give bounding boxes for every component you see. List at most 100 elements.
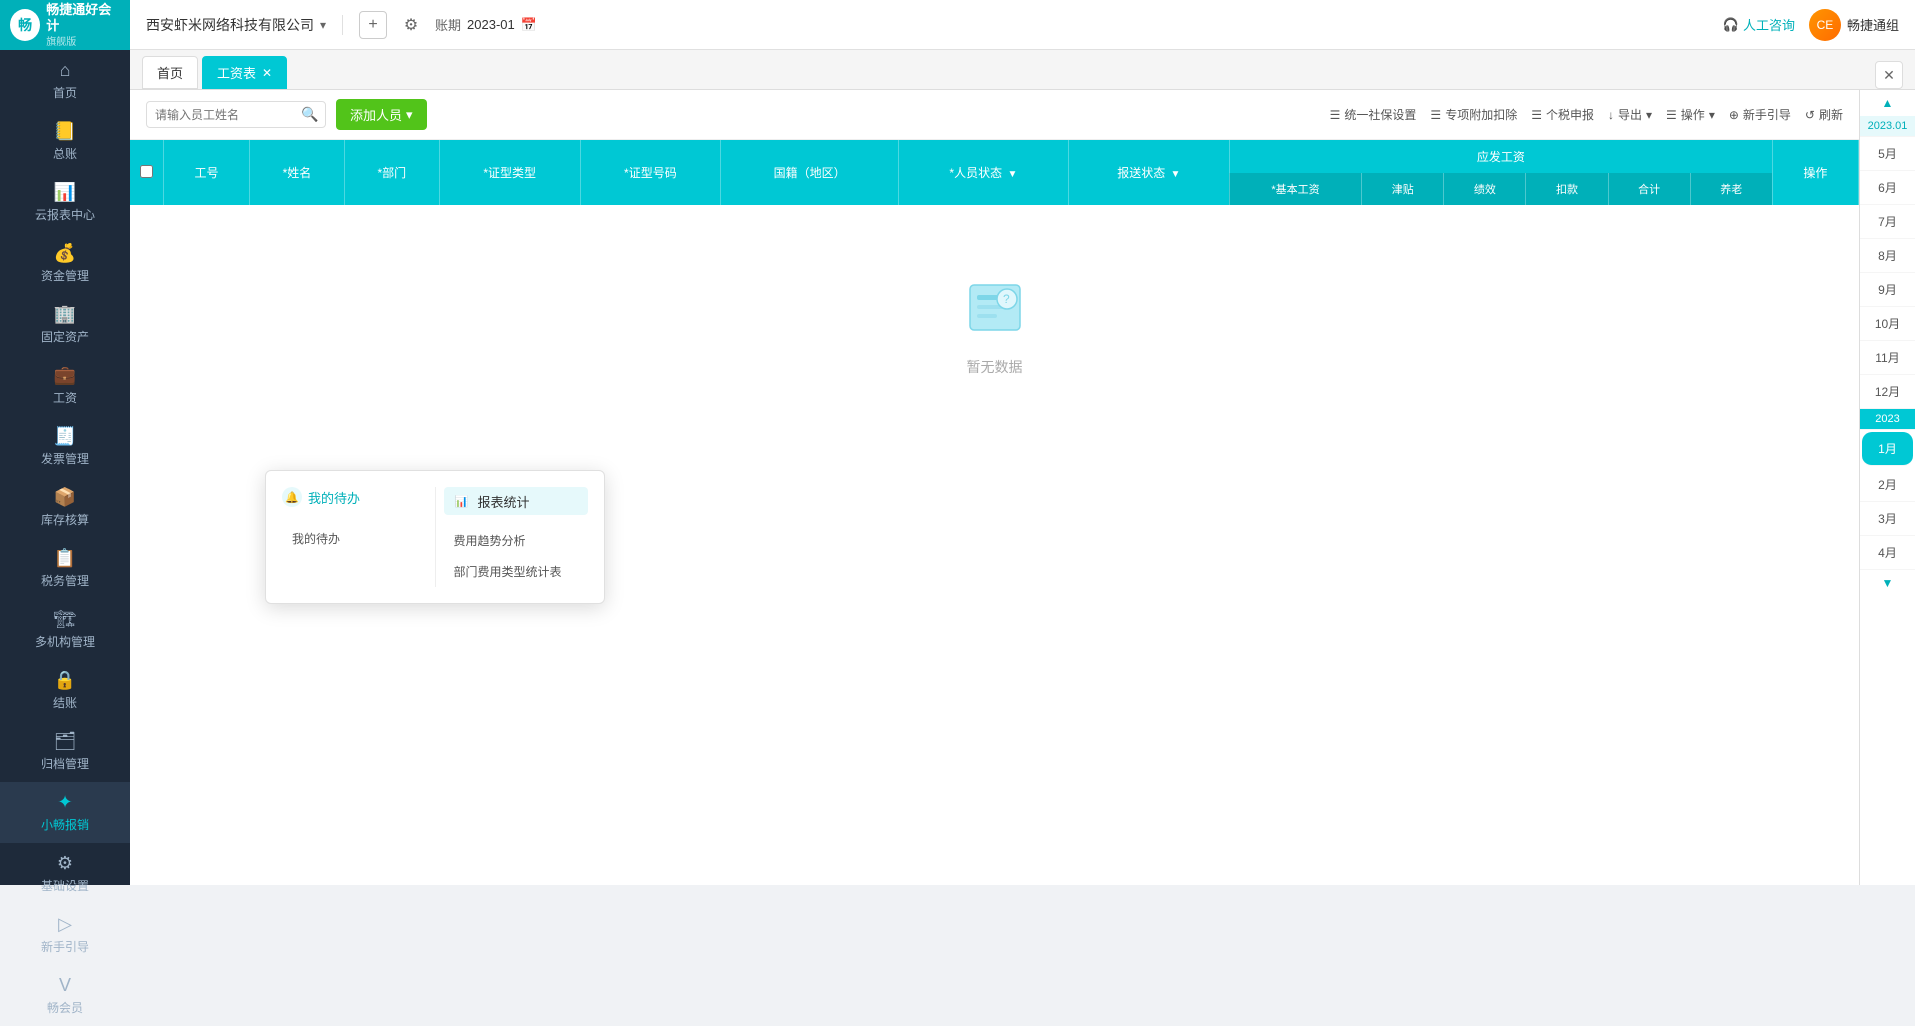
sidebar-item-funds[interactable]: 💰 资金管理 (0, 233, 130, 294)
popup-inner: 🔔 我的待办 我的待办 📊 报表统计 费用趋势分析 部门费用类型统计表 (282, 487, 588, 587)
tab-close-icon[interactable]: ✕ (262, 66, 272, 80)
month-nav-up[interactable]: ▲ (1860, 90, 1915, 116)
month-item-oct[interactable]: 10月 (1860, 307, 1915, 341)
period-selector[interactable]: 账期 2023-01 📅 (435, 15, 537, 34)
sidebar-item-xiaochang[interactable]: ✦ 小畅报销 (0, 782, 130, 843)
sidebar-item-salary[interactable]: 💼 工资 (0, 355, 130, 416)
month-item-sep[interactable]: 9月 (1860, 273, 1915, 307)
sidebar-item-label: 库存核算 (41, 511, 89, 528)
refresh-label: 刷新 (1819, 106, 1843, 123)
month-item-nov[interactable]: 11月 (1860, 341, 1915, 375)
sidebar-item-inventory[interactable]: 📦 库存核算 (0, 477, 130, 538)
popup-right: 📊 报表统计 费用趋势分析 部门费用类型统计表 (444, 487, 589, 587)
toolbar: 🔍 添加人员 ▾ ☰ 统一社保设置 ☰ 专项附加扣除 (130, 90, 1859, 140)
social-icon: ☰ (1330, 108, 1341, 122)
report-filter-icon[interactable]: ▼ (1171, 169, 1181, 180)
tab-close-button[interactable]: ✕ (1875, 61, 1903, 89)
popup-item-pending[interactable]: 我的待办 (282, 523, 427, 554)
add-person-label: 添加人员 (350, 105, 402, 124)
month-item-year-label: 2023.01 (1860, 116, 1915, 137)
refresh-button[interactable]: ↺ 刷新 (1805, 106, 1843, 123)
multi-icon: 🏗 (54, 609, 77, 630)
col-report-status[interactable]: 报送状态 ▼ (1068, 140, 1229, 205)
month-item-jul[interactable]: 7月 (1860, 205, 1915, 239)
logo-text-group: 畅捷通好会计 旗舰版 (46, 2, 120, 48)
sidebar-item-label: 畅会员 (47, 999, 83, 1016)
new-guide-button[interactable]: ⊕ 新手引导 (1729, 106, 1791, 123)
guide-icon: ▷ (58, 914, 72, 935)
sidebar-item-label: 首页 (53, 84, 77, 101)
support-button[interactable]: 🎧 人工咨询 (1723, 15, 1795, 34)
month-item-jan[interactable]: 1月 (1862, 432, 1913, 466)
operations-button[interactable]: ☰ 操作 ▾ (1666, 106, 1715, 123)
tab-home[interactable]: 首页 (142, 56, 198, 89)
sidebar-item-archive[interactable]: 🗂 归档管理 (0, 721, 130, 782)
sidebar-item-label: 小畅报销 (41, 816, 89, 833)
funds-icon: 💰 (54, 243, 76, 264)
special-deduction-button[interactable]: ☰ 专项附加扣除 (1430, 106, 1517, 123)
popup-menu: 🔔 我的待办 我的待办 📊 报表统计 费用趋势分析 部门费用类型统计表 (265, 470, 605, 604)
popup-left: 🔔 我的待办 我的待办 (282, 487, 427, 587)
sidebar-item-guide[interactable]: ▷ 新手引导 (0, 904, 130, 965)
month-item-feb[interactable]: 2月 (1860, 468, 1915, 502)
sidebar-item-closing[interactable]: 🔒 结账 (0, 660, 130, 721)
sidebar-item-label: 结账 (53, 694, 77, 711)
month-nav-down[interactable]: ▼ (1860, 570, 1915, 596)
app-logo[interactable]: 畅 畅捷通好会计 旗舰版 (0, 0, 130, 50)
social-insurance-button[interactable]: ☰ 统一社保设置 (1330, 106, 1417, 123)
logo-icon: 畅 (10, 9, 40, 41)
select-all-header[interactable] (130, 140, 164, 205)
user-name: 畅捷通组 (1847, 15, 1899, 34)
sidebar-item-tax[interactable]: 📋 税务管理 (0, 538, 130, 599)
popup-item-trend[interactable]: 费用趋势分析 (444, 525, 589, 556)
status-filter-icon[interactable]: ▼ (1007, 169, 1017, 180)
sidebar-item-label: 基础设置 (41, 877, 89, 894)
month-item-jun[interactable]: 6月 (1860, 171, 1915, 205)
calendar-icon[interactable]: 📅 (521, 17, 537, 33)
logo-subtitle: 旗舰版 (46, 33, 120, 48)
sidebar-item-ledger[interactable]: 📒 总账 (0, 111, 130, 172)
col-status[interactable]: *人员状态 ▼ (898, 140, 1068, 205)
reports-section-icon: 📊 (452, 491, 472, 511)
sidebar-item-label: 云报表中心 (35, 206, 95, 223)
month-item-apr[interactable]: 4月 (1860, 536, 1915, 570)
month-item-mar[interactable]: 3月 (1860, 502, 1915, 536)
support-label: 人工咨询 (1743, 15, 1795, 34)
settings-icon[interactable]: ⚙ (397, 11, 425, 39)
topbar: 西安虾米网络科技有限公司 ▾ + ⚙ 账期 2023-01 📅 🎧 人工咨询 C… (130, 0, 1915, 50)
sidebar-item-member[interactable]: V 畅会员 (0, 965, 130, 1026)
sidebar-item-invoice[interactable]: 🧾 发票管理 (0, 416, 130, 477)
month-item-aug[interactable]: 8月 (1860, 239, 1915, 273)
tax-return-button[interactable]: ☰ 个税申报 (1531, 106, 1594, 123)
col-id-no: *证型号码 (580, 140, 721, 205)
sidebar-item-basic[interactable]: ⚙ 基础设置 (0, 843, 130, 904)
company-arrow-icon: ▾ (320, 18, 326, 32)
company-selector[interactable]: 西安虾米网络科技有限公司 ▾ (146, 15, 326, 35)
col-bonus: 津贴 (1362, 173, 1444, 205)
col-status-label: *人员状态 (949, 166, 1002, 180)
sidebar-item-reports[interactable]: 📊 云报表中心 (0, 172, 130, 233)
search-box[interactable]: 🔍 (146, 101, 326, 128)
user-initials: CE (1817, 18, 1834, 32)
tab-salary-label: 工资表 (217, 63, 256, 82)
add-company-button[interactable]: + (359, 11, 387, 39)
month-item-may[interactable]: 5月 (1860, 137, 1915, 171)
export-button[interactable]: ↓ 导出 ▾ (1608, 106, 1652, 123)
tab-salary-table[interactable]: 工资表 ✕ (202, 56, 287, 89)
search-icon: 🔍 (301, 106, 318, 123)
sidebar-item-home[interactable]: ⌂ 首页 (0, 50, 130, 111)
ledger-icon: 📒 (54, 121, 76, 142)
sidebar-item-multi[interactable]: 🏗 多机构管理 (0, 599, 130, 660)
export-label: 导出 (1618, 106, 1642, 123)
inventory-icon: 📦 (54, 487, 76, 508)
user-menu[interactable]: CE 畅捷通组 (1809, 9, 1899, 41)
sidebar-item-assets[interactable]: 🏢 固定资产 (0, 294, 130, 355)
sidebar-item-label: 工资 (53, 389, 77, 406)
popup-item-dept-stats[interactable]: 部门费用类型统计表 (444, 556, 589, 587)
month-item-dec[interactable]: 12月 (1860, 375, 1915, 409)
search-input[interactable] (155, 108, 295, 122)
select-all-checkbox[interactable] (140, 165, 153, 178)
sidebar-item-label: 固定资产 (41, 328, 89, 345)
add-person-button[interactable]: 添加人员 ▾ (336, 99, 427, 130)
member-icon: V (59, 975, 71, 996)
